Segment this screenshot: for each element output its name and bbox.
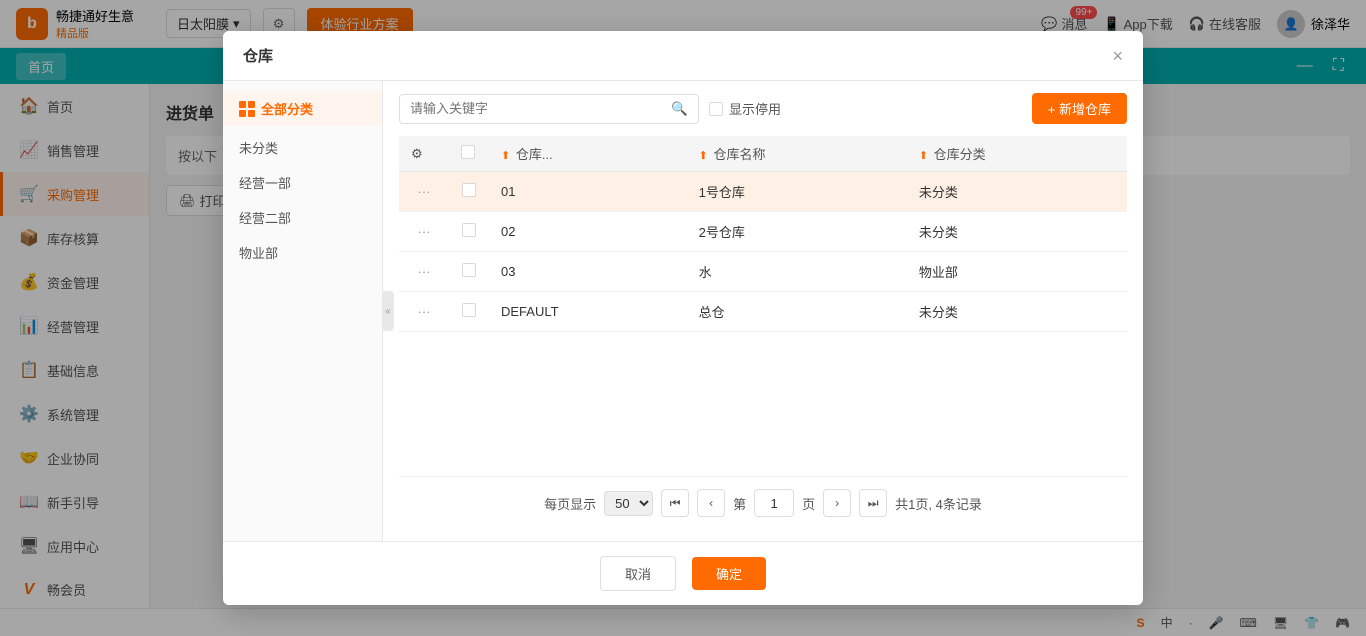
dialog-close-button[interactable]: ×: [1112, 47, 1123, 65]
cat-item-dept1-label: 经营一部: [239, 176, 291, 191]
cat-item-property-label: 物业部: [239, 246, 278, 261]
per-page-select[interactable]: 50: [604, 491, 653, 516]
th-code: ⬆ 仓库...: [489, 136, 687, 172]
total-label: 共1页, 4条记录: [895, 494, 982, 513]
table-head-row: ⚙ ⬆ 仓库... ⬆ 仓库名称: [399, 136, 1127, 172]
sort-icon-name: ⬆: [699, 150, 708, 162]
table-body: ··· 01 1号仓库 未分类 ··· 02 2号仓库 未分类 ···: [399, 172, 1127, 332]
row-category: 未分类: [907, 172, 1127, 212]
category-header: 全部分类: [223, 91, 382, 126]
show-disabled-label[interactable]: 显示停用: [709, 99, 781, 118]
row-code: 02: [489, 212, 687, 252]
table-row[interactable]: ··· DEFAULT 总仓 未分类: [399, 292, 1127, 332]
per-page-label: 每页显示: [544, 494, 596, 513]
row-actions[interactable]: ···: [399, 172, 449, 212]
row-code: 03: [489, 252, 687, 292]
select-all-checkbox[interactable]: [461, 145, 475, 159]
cat-item-uncategorized-label: 未分类: [239, 141, 278, 156]
add-warehouse-btn[interactable]: + 新增仓库: [1032, 93, 1127, 124]
page-next-btn[interactable]: ›: [823, 489, 851, 517]
row-actions[interactable]: ···: [399, 212, 449, 252]
row-code: DEFAULT: [489, 292, 687, 332]
th-check: [449, 136, 489, 172]
th-category: ⬆ 仓库分类: [907, 136, 1127, 172]
row-name: 2号仓库: [687, 212, 907, 252]
row-checkbox-cell: [449, 252, 489, 292]
page-last-btn[interactable]: ⏭: [859, 489, 887, 517]
table-row[interactable]: ··· 01 1号仓库 未分类: [399, 172, 1127, 212]
warehouse-table: ⚙ ⬆ 仓库... ⬆ 仓库名称: [399, 136, 1127, 332]
warehouse-dialog: 仓库 × 全部分类 未分类 经营一部 经营二部: [223, 31, 1143, 605]
pagination: 每页显示 50 ⏮ ‹ 第 页 › ⏭ 共1页, 4条记录: [399, 476, 1127, 529]
row-category: 未分类: [907, 212, 1127, 252]
cat-item-property[interactable]: 物业部: [223, 235, 382, 270]
row-more-icon[interactable]: ···: [418, 264, 431, 279]
search-icon-btn[interactable]: 🔍: [661, 95, 698, 123]
table-panel: 🔍 显示停用 + 新增仓库 ⚙: [383, 81, 1143, 541]
search-input[interactable]: [400, 95, 661, 122]
page-first-btn[interactable]: ⏮: [661, 489, 689, 517]
page-unit: 页: [802, 494, 815, 513]
cancel-btn[interactable]: 取消: [600, 556, 676, 591]
cat-item-dept2-label: 经营二部: [239, 211, 291, 226]
table-container: ⚙ ⬆ 仓库... ⬆ 仓库名称: [399, 136, 1127, 476]
row-more-icon[interactable]: ···: [418, 304, 431, 319]
cat-item-dept2[interactable]: 经营二部: [223, 200, 382, 235]
row-checkbox[interactable]: [462, 183, 476, 197]
dialog-header: 仓库 ×: [223, 31, 1143, 81]
row-category: 未分类: [907, 292, 1127, 332]
page-input[interactable]: [754, 489, 794, 517]
table-row[interactable]: ··· 03 水 物业部: [399, 252, 1127, 292]
row-checkbox[interactable]: [462, 263, 476, 277]
table-row[interactable]: ··· 02 2号仓库 未分类: [399, 212, 1127, 252]
modal-overlay: 仓库 × 全部分类 未分类 经营一部 经营二部: [0, 0, 1366, 636]
row-name: 水: [687, 252, 907, 292]
row-checkbox-cell: [449, 172, 489, 212]
confirm-btn[interactable]: 确定: [692, 557, 766, 590]
page-prev-btn[interactable]: ‹: [697, 489, 725, 517]
dialog-footer: 取消 确定: [223, 541, 1143, 605]
row-checkbox-cell: [449, 212, 489, 252]
row-name: 1号仓库: [687, 172, 907, 212]
row-more-icon[interactable]: ···: [418, 184, 431, 199]
show-disabled-checkbox[interactable]: [709, 102, 723, 116]
row-checkbox[interactable]: [462, 223, 476, 237]
page-label: 第: [733, 494, 746, 513]
row-code: 01: [489, 172, 687, 212]
sort-icon-cat: ⬆: [919, 150, 928, 162]
dialog-title: 仓库: [243, 45, 273, 66]
grid-icon: [239, 101, 255, 117]
category-panel: 全部分类 未分类 经营一部 经营二部 物业部 «: [223, 81, 383, 541]
collapse-panel-btn[interactable]: «: [382, 291, 394, 331]
row-actions[interactable]: ···: [399, 292, 449, 332]
row-checkbox[interactable]: [462, 303, 476, 317]
row-checkbox-cell: [449, 292, 489, 332]
cat-item-uncategorized[interactable]: 未分类: [223, 130, 382, 165]
row-more-icon[interactable]: ···: [418, 224, 431, 239]
row-name: 总仓: [687, 292, 907, 332]
table-head: ⚙ ⬆ 仓库... ⬆ 仓库名称: [399, 136, 1127, 172]
search-box: 🔍: [399, 94, 699, 124]
table-toolbar: 🔍 显示停用 + 新增仓库: [399, 93, 1127, 124]
sort-icon-code: ⬆: [501, 150, 510, 162]
category-all-label[interactable]: 全部分类: [261, 99, 313, 118]
row-actions[interactable]: ···: [399, 252, 449, 292]
th-name: ⬆ 仓库名称: [687, 136, 907, 172]
dialog-body: 全部分类 未分类 经营一部 经营二部 物业部 «: [223, 81, 1143, 541]
row-category: 物业部: [907, 252, 1127, 292]
th-gear: ⚙: [399, 136, 449, 172]
show-disabled-text: 显示停用: [729, 99, 781, 118]
cat-item-dept1[interactable]: 经营一部: [223, 165, 382, 200]
